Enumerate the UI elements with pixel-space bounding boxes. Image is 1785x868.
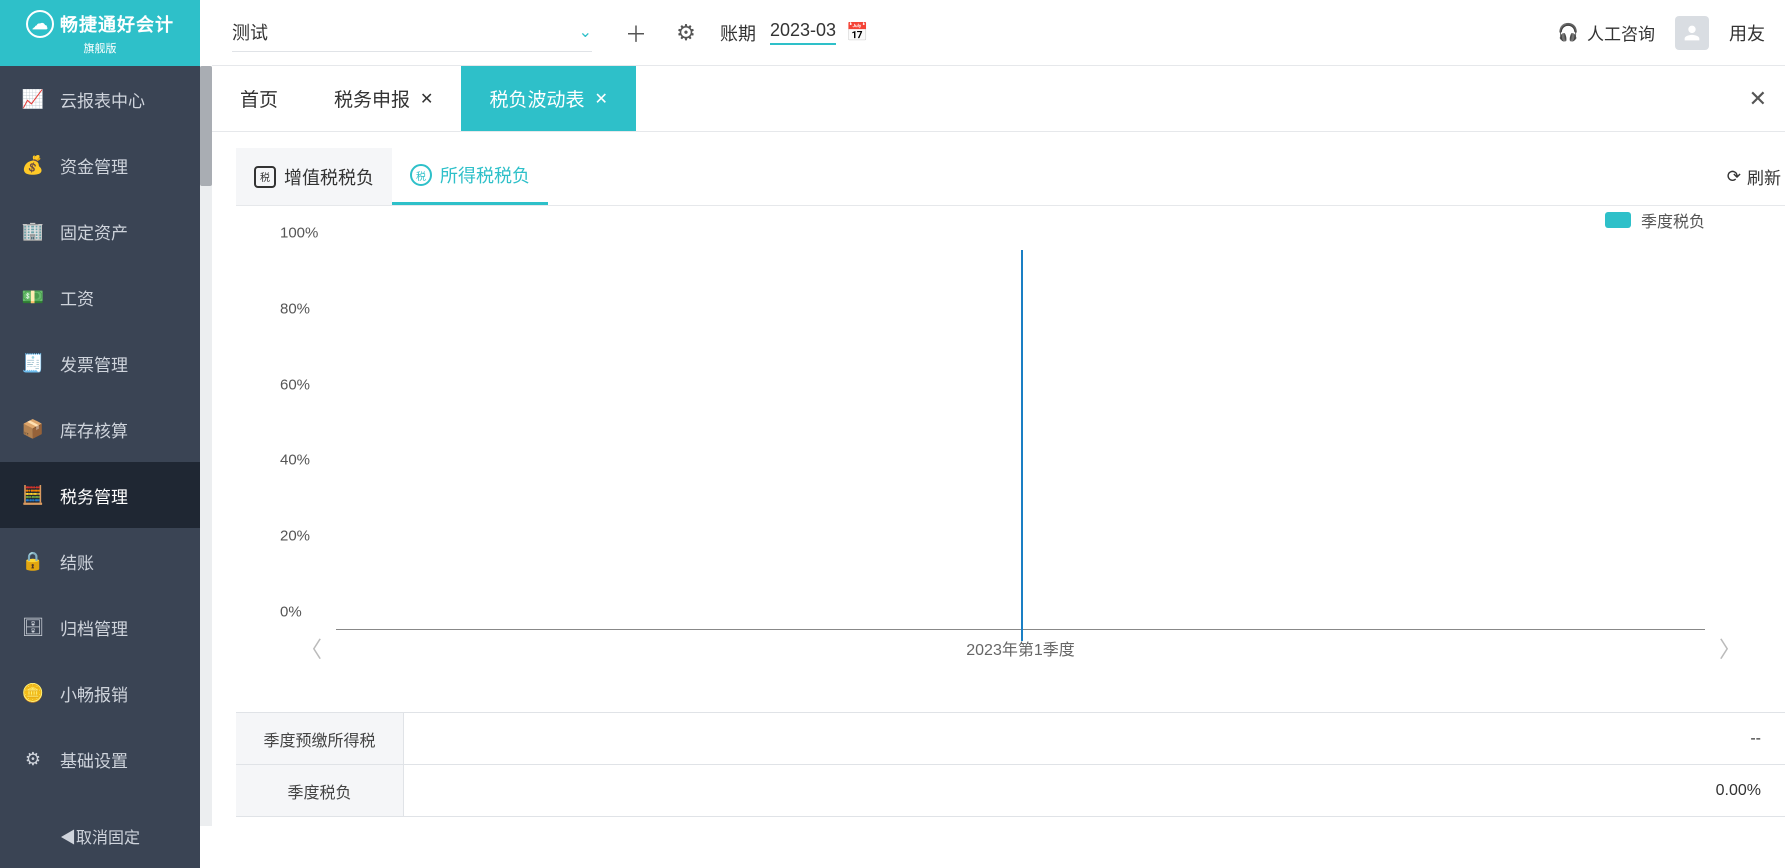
sidebar-item-settings[interactable]: ⚙ 基础设置 — [0, 726, 200, 792]
headset-icon: 🎧 — [1558, 23, 1579, 43]
sidebar: ☁ 畅捷通好会计 旗舰版 📈 云报表中心 💰 资金管理 🏢 固定资产 💵 工资 🧾 发票管… — [0, 0, 200, 868]
subtab-label: 所得税税负 — [440, 162, 530, 188]
sidebar-item-fixed-assets[interactable]: 🏢 固定资产 — [0, 198, 200, 264]
chart-plot: 0% 20% 40% 60% 80% 100% — [336, 250, 1705, 630]
close-icon[interactable]: ✕ — [420, 89, 433, 109]
consult-label: 人工咨询 — [1587, 20, 1655, 45]
chart-crosshair — [1021, 250, 1023, 641]
calendar-icon[interactable]: 📅 — [846, 22, 868, 43]
receipt-icon: 🧾 — [22, 352, 44, 374]
period-value[interactable]: 2023-03 — [770, 20, 836, 45]
tab-label: 税务申报 — [334, 85, 410, 112]
cloud-icon: ☁ — [26, 10, 54, 38]
topbar: 测试 ⌄ ＋ ⚙ 账期 2023-03 📅 🎧 人工咨询 用友 — [212, 0, 1785, 66]
table-row: 季度预缴所得税 -- — [236, 713, 1785, 765]
row-label: 季度预缴所得税 — [236, 713, 404, 764]
refresh-icon: ⟳ — [1727, 167, 1741, 187]
sidebar-unpin[interactable]: ◀取消固定 — [0, 814, 200, 858]
ytick: 0% — [280, 604, 302, 621]
legend-label: 季度税负 — [1641, 208, 1705, 232]
sidebar-item-label: 工资 — [60, 285, 94, 310]
sidebar-item-closing[interactable]: 🔒 结账 — [0, 528, 200, 594]
income-icon: 税 — [410, 164, 432, 186]
vat-icon: 税 — [254, 166, 276, 188]
sidebar-item-invoice[interactable]: 🧾 发票管理 — [0, 330, 200, 396]
chevron-down-icon: ⌄ — [579, 22, 592, 42]
building-icon: 🏢 — [22, 220, 44, 242]
sidebar-item-inventory[interactable]: 📦 库存核算 — [0, 396, 200, 462]
chart-xaxis: 〈 2023年第1季度 〉 — [336, 630, 1705, 666]
avatar[interactable] — [1675, 16, 1709, 50]
sidebar-item-salary[interactable]: 💵 工资 — [0, 264, 200, 330]
refresh-button[interactable]: ⟳ 刷新 — [1727, 164, 1785, 189]
sidebar-item-label: 小畅报销 — [60, 681, 128, 706]
tabbar: 首页 税务申报 ✕ 税负波动表 ✕ ✕ — [212, 66, 1785, 132]
sidebar-item-label: 基础设置 — [60, 747, 128, 772]
subtab-vat[interactable]: 税 增值税税负 — [236, 148, 392, 205]
sidebar-item-label: 库存核算 — [60, 417, 128, 442]
data-table: 季度预缴所得税 -- 季度税负 0.00% — [236, 712, 1785, 817]
tab-tax-fluctuation[interactable]: 税负波动表 ✕ — [461, 66, 635, 131]
ytick: 60% — [280, 376, 310, 393]
settings-button[interactable]: ⚙ — [670, 17, 702, 49]
lock-icon: 🔒 — [22, 550, 44, 572]
subtabs: 税 增值税税负 税 所得税税负 ⟳ 刷新 — [236, 148, 1785, 206]
chart-area: 季度税负 0% 20% 40% 60% 80% 100% 〈 2023年第1季度… — [236, 206, 1785, 666]
tab-label: 税负波动表 — [489, 85, 584, 112]
brand-name: 畅捷通好会计 — [60, 11, 174, 37]
ytick: 40% — [280, 452, 310, 469]
sidebar-item-label: 税务管理 — [60, 483, 128, 508]
refresh-label: 刷新 — [1747, 164, 1781, 189]
company-selector[interactable]: 测试 ⌄ — [232, 13, 592, 52]
sidebar-item-label: 云报表中心 — [60, 87, 145, 112]
tab-home[interactable]: 首页 — [212, 66, 306, 131]
chart-icon: 📈 — [22, 88, 44, 110]
row-label: 季度税负 — [236, 765, 404, 816]
sidebar-item-archive[interactable]: 🗄 归档管理 — [0, 594, 200, 660]
sidebar-item-funds[interactable]: 💰 资金管理 — [0, 132, 200, 198]
close-all-tabs[interactable]: ✕ — [1731, 66, 1785, 131]
scrollbar-thumb[interactable] — [200, 66, 212, 186]
row-value: -- — [404, 713, 1785, 764]
content: 税 增值税税负 税 所得税税负 ⟳ 刷新 季度税负 0% 20% 40% 60%… — [236, 148, 1785, 868]
legend-swatch — [1605, 212, 1631, 228]
subtab-income-tax[interactable]: 税 所得税税负 — [392, 148, 548, 205]
ytick: 80% — [280, 300, 310, 317]
sidebar-item-label: 结账 — [60, 549, 94, 574]
brand-edition: 旗舰版 — [84, 40, 117, 56]
row-value: 0.00% — [404, 765, 1785, 816]
chart-next-button[interactable]: 〉 — [1719, 632, 1741, 664]
sidebar-item-expense[interactable]: 🪙 小畅报销 — [0, 660, 200, 726]
coin-icon: 🪙 — [22, 682, 44, 704]
tab-tax-filing[interactable]: 税务申报 ✕ — [306, 66, 461, 131]
table-row: 季度税负 0.00% — [236, 765, 1785, 817]
sidebar-item-report-center[interactable]: 📈 云报表中心 — [0, 66, 200, 132]
wallet-icon: 💵 — [22, 286, 44, 308]
tax-icon: 🧮 — [22, 484, 44, 506]
ytick: 20% — [280, 528, 310, 545]
sidebar-item-label: 固定资产 — [60, 219, 128, 244]
consult-button[interactable]: 🎧 人工咨询 — [1558, 20, 1655, 45]
username: 用友 — [1729, 20, 1765, 46]
add-button[interactable]: ＋ — [620, 17, 652, 49]
subtab-label: 增值税税负 — [284, 164, 374, 190]
archive-icon: 🗄 — [22, 616, 44, 638]
period-label: 账期 — [720, 20, 756, 46]
sidebar-item-tax[interactable]: 🧮 税务管理 — [0, 462, 200, 528]
chart-prev-button[interactable]: 〈 — [300, 632, 322, 664]
sidebar-item-label: 资金管理 — [60, 153, 128, 178]
money-icon: 💰 — [22, 154, 44, 176]
tab-label: 首页 — [240, 85, 278, 112]
company-name: 测试 — [232, 19, 268, 45]
sidebar-item-label: 归档管理 — [60, 615, 128, 640]
gear-icon: ⚙ — [22, 748, 44, 770]
sidebar-scrollbar[interactable] — [200, 66, 212, 826]
brand-logo: ☁ 畅捷通好会计 旗舰版 — [0, 0, 200, 66]
close-icon[interactable]: ✕ — [594, 89, 607, 109]
sidebar-item-label: 发票管理 — [60, 351, 128, 376]
xaxis-label: 2023年第1季度 — [966, 636, 1075, 660]
chart-legend: 季度税负 — [1605, 208, 1705, 232]
ytick: 100% — [280, 225, 318, 242]
box-icon: 📦 — [22, 418, 44, 440]
